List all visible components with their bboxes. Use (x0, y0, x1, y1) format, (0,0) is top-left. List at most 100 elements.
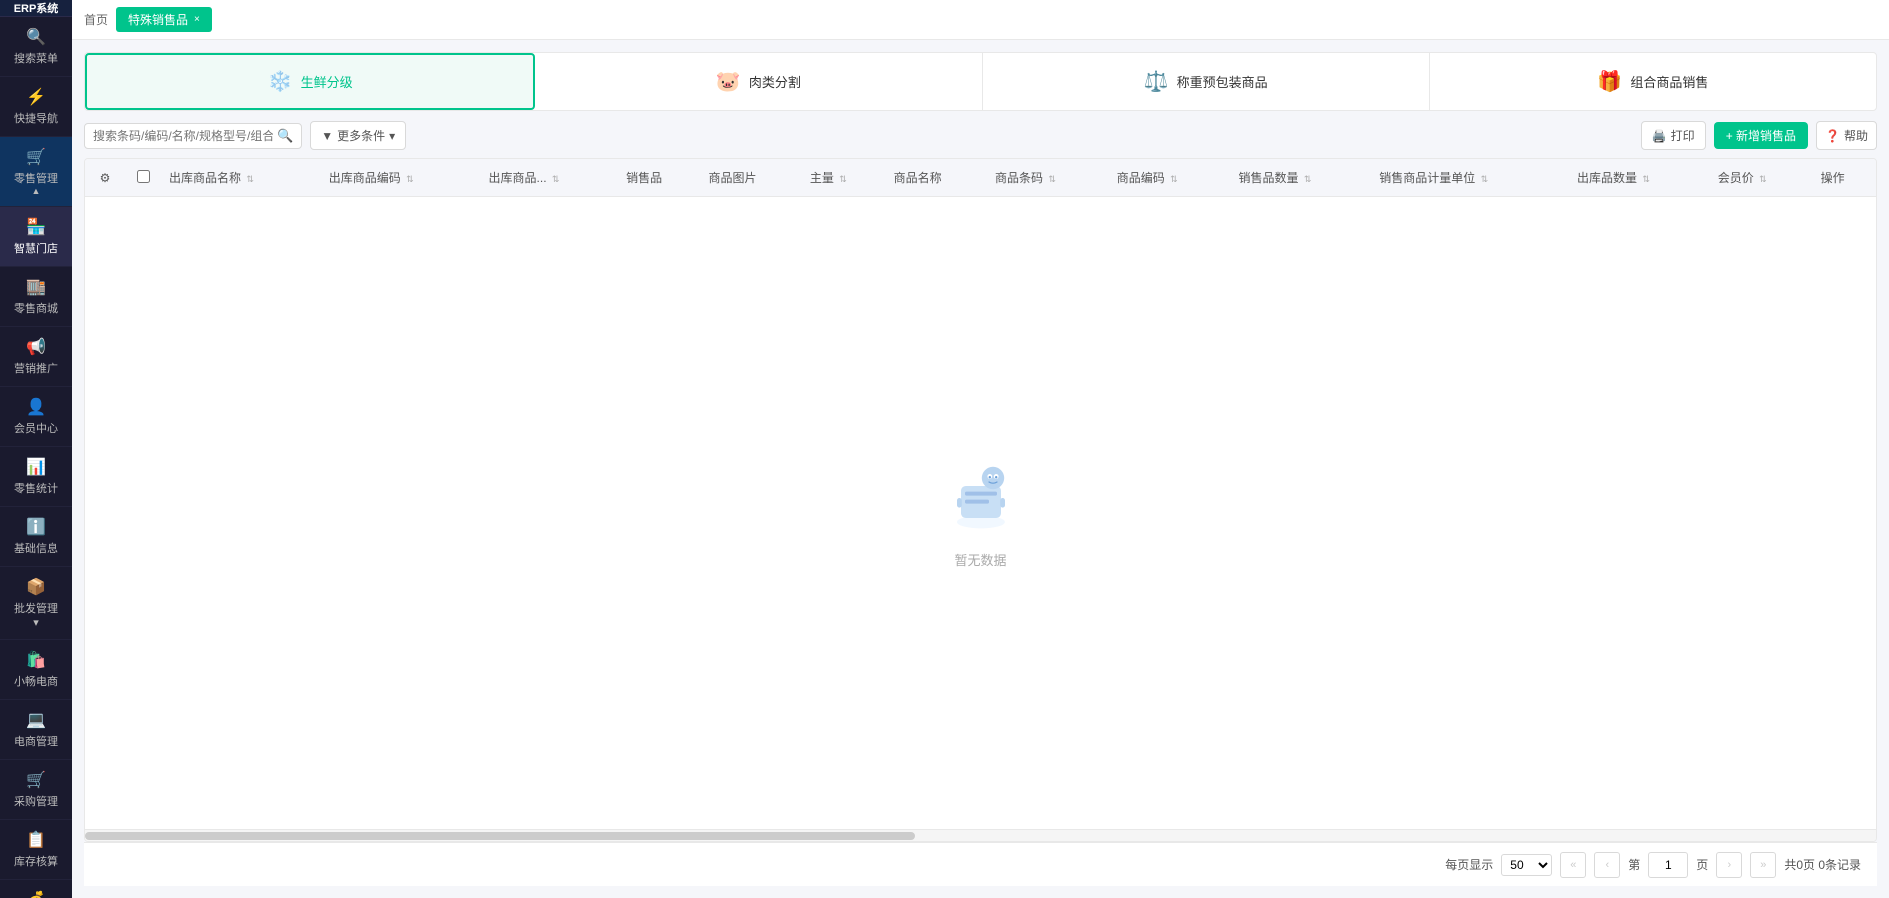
sidebar-item-search-menu[interactable]: 🔍 搜索菜单 (0, 17, 72, 77)
sort-icon-4: ⇅ (839, 174, 847, 184)
sidebar-item-retail-stats[interactable]: 📊 零售统计 (0, 447, 72, 507)
th-settings[interactable]: ⚙ (85, 159, 125, 197)
th-weight[interactable]: 主量 ⇅ (802, 159, 886, 197)
mini-ecommerce-icon: 🛍️ (26, 650, 46, 670)
th-goods-name[interactable]: 商品名称 (886, 159, 987, 197)
toolbar-right: 🖨️ 打印 + 新增销售品 ❓ 帮助 (1641, 121, 1877, 150)
table-container: ⚙ 出库商品名称 ⇅ 出库商品编码 ⇅ (84, 158, 1877, 842)
toolbar: 🔍 ▼ 更多条件 ▾ 🖨️ 打印 + 新增销售品 ❓ 帮助 (84, 121, 1877, 150)
sidebar-item-mini-ecommerce[interactable]: 🛍️ 小畅电商 (0, 640, 72, 700)
next-page-btn[interactable]: › (1716, 852, 1742, 878)
empty-icon (941, 458, 1021, 538)
help-icon: ❓ (1825, 129, 1840, 143)
sidebar-item-smart-store[interactable]: 🏪 智慧门店 (0, 207, 72, 267)
th-member-price[interactable]: 会员价 ⇅ (1710, 159, 1813, 197)
th-out-goods-name[interactable]: 出库商品名称 ⇅ (161, 159, 321, 197)
sort-icon-8: ⇅ (1481, 174, 1489, 184)
sort-icon-6: ⇅ (1170, 174, 1178, 184)
sort-icon-9: ⇅ (1642, 174, 1650, 184)
inventory-check-icon: 📋 (26, 830, 46, 850)
sidebar-item-sales-promo[interactable]: 📢 营销推广 (0, 327, 72, 387)
th-out-goods-x[interactable]: 出库商品... ⇅ (481, 159, 619, 197)
last-page-btn[interactable]: » (1750, 852, 1776, 878)
sort-icon-2: ⇅ (406, 174, 414, 184)
empty-state: 暂无数据 (85, 197, 1876, 829)
search-menu-icon: 🔍 (26, 27, 46, 47)
sidebar-item-ecommerce-mgmt[interactable]: 💻 电商管理 (0, 700, 72, 760)
sort-icon-5: ⇅ (1048, 174, 1056, 184)
th-sales-unit[interactable]: 销售商品计量单位 ⇅ (1371, 159, 1569, 197)
sort-icon-3: ⇅ (552, 174, 560, 184)
first-page-btn[interactable]: « (1560, 852, 1586, 878)
sidebar-item-member-center[interactable]: 👤 会员中心 (0, 387, 72, 447)
add-btn[interactable]: + 新增销售品 (1714, 122, 1808, 149)
ecommerce-mgmt-icon: 💻 (26, 710, 46, 730)
search-box[interactable]: 🔍 (84, 123, 302, 149)
tab-fresh-grade[interactable]: ❄️ 生鲜分级 (85, 53, 535, 110)
search-input[interactable] (93, 129, 273, 143)
th-check[interactable] (125, 159, 161, 197)
tab-meat-cut[interactable]: 🐷 肉类分割 (535, 53, 982, 110)
current-tab[interactable]: 特殊销售品 × (116, 7, 212, 32)
tab-combo-goods[interactable]: 🎁 组合商品销售 (1430, 53, 1876, 110)
wholesale-mgmt-icon: 📦 (26, 577, 46, 597)
wholesale-arrow: ▾ (33, 616, 39, 629)
main-content: 首页 特殊销售品 × ❄️ 生鲜分级 🐷 肉类分割 ⚖️ 称重预包装商品 🎁 组… (72, 0, 1889, 898)
th-sales-item[interactable]: 销售品 (618, 159, 700, 197)
th-goods-image[interactable]: 商品图片 (700, 159, 801, 197)
print-icon: 🖨️ (1652, 129, 1667, 143)
fresh-grade-icon: ❄️ (268, 69, 293, 94)
category-tabs: ❄️ 生鲜分级 🐷 肉类分割 ⚖️ 称重预包装商品 🎁 组合商品销售 (84, 52, 1877, 111)
sidebar: ERP系统 🔍 搜索菜单 ⚡ 快捷导航 🛒 零售管理 ▲ 🏪 智慧门店 🏬 零售… (0, 0, 72, 898)
close-tab-icon[interactable]: × (194, 14, 200, 25)
print-btn[interactable]: 🖨️ 打印 (1641, 121, 1706, 150)
th-out-goods-code[interactable]: 出库商品编码 ⇅ (321, 159, 481, 197)
search-icon: 🔍 (277, 128, 293, 144)
th-goods-code[interactable]: 商品编码 ⇅ (1109, 159, 1231, 197)
combo-goods-icon: 🎁 (1597, 69, 1622, 94)
table-header-row: ⚙ 出库商品名称 ⇅ 出库商品编码 ⇅ (85, 159, 1876, 197)
retail-stats-icon: 📊 (26, 457, 46, 477)
sales-promo-icon: 📢 (26, 337, 46, 357)
th-sales-qty[interactable]: 销售品数量 ⇅ (1231, 159, 1372, 197)
h-scroll-thumb[interactable] (85, 832, 915, 840)
th-out-qty[interactable]: 出库品数量 ⇅ (1569, 159, 1710, 197)
select-all-checkbox[interactable] (137, 170, 150, 183)
filter-icon: ▼ (321, 129, 333, 143)
sidebar-item-finance-mgmt[interactable]: 💰 资金管理 (0, 880, 72, 898)
retail-city-icon: 🏬 (26, 277, 46, 297)
h-scroll-area[interactable] (85, 829, 1876, 841)
topbar: 首页 特殊销售品 × (72, 0, 1889, 40)
help-btn[interactable]: ❓ 帮助 (1816, 121, 1877, 150)
basic-info-icon: ℹ️ (26, 517, 46, 537)
page-input[interactable] (1648, 852, 1688, 878)
sidebar-item-retail-city[interactable]: 🏬 零售商城 (0, 267, 72, 327)
sidebar-item-quick-nav[interactable]: ⚡ 快捷导航 (0, 77, 72, 137)
sidebar-item-inventory-check[interactable]: 📋 库存核算 (0, 820, 72, 880)
filter-btn[interactable]: ▼ 更多条件 ▾ (310, 121, 406, 150)
page-size-select[interactable]: 50 10 20 100 (1501, 854, 1552, 876)
empty-text: 暂无数据 (954, 550, 1006, 569)
finance-mgmt-icon: 💰 (26, 890, 46, 898)
weigh-pack-icon: ⚖️ (1144, 69, 1169, 94)
th-goods-barcode[interactable]: 商品条码 ⇅ (987, 159, 1109, 197)
sort-icon: ⇅ (246, 174, 254, 184)
home-link[interactable]: 首页 (84, 11, 108, 28)
retail-mgmt-arrow: ▲ (32, 186, 41, 196)
prev-page-btn[interactable]: ‹ (1594, 852, 1620, 878)
sidebar-item-retail-mgmt[interactable]: 🛒 零售管理 ▲ (0, 137, 72, 207)
sidebar-item-purchase-mgmt[interactable]: 🛒 采购管理 (0, 760, 72, 820)
sidebar-item-wholesale-mgmt[interactable]: 📦 批发管理 ▾ (0, 567, 72, 640)
smart-store-icon: 🏪 (26, 217, 46, 237)
th-actions: 操作 (1813, 159, 1876, 197)
sort-icon-7: ⇅ (1304, 174, 1312, 184)
tab-weigh-pack[interactable]: ⚖️ 称重预包装商品 (983, 53, 1430, 110)
member-center-icon: 👤 (26, 397, 46, 417)
meat-cut-icon: 🐷 (716, 69, 741, 94)
toolbar-left: 🔍 ▼ 更多条件 ▾ (84, 121, 406, 150)
pagination: 每页显示 50 10 20 100 « ‹ 第 页 › » 共0页 0条记录 (84, 842, 1877, 886)
page-content: ❄️ 生鲜分级 🐷 肉类分割 ⚖️ 称重预包装商品 🎁 组合商品销售 🔍 (72, 40, 1889, 898)
data-table: ⚙ 出库商品名称 ⇅ 出库商品编码 ⇅ (85, 159, 1876, 197)
sidebar-item-basic-info[interactable]: ℹ️ 基础信息 (0, 507, 72, 567)
app-logo: ERP系统 (0, 0, 72, 17)
